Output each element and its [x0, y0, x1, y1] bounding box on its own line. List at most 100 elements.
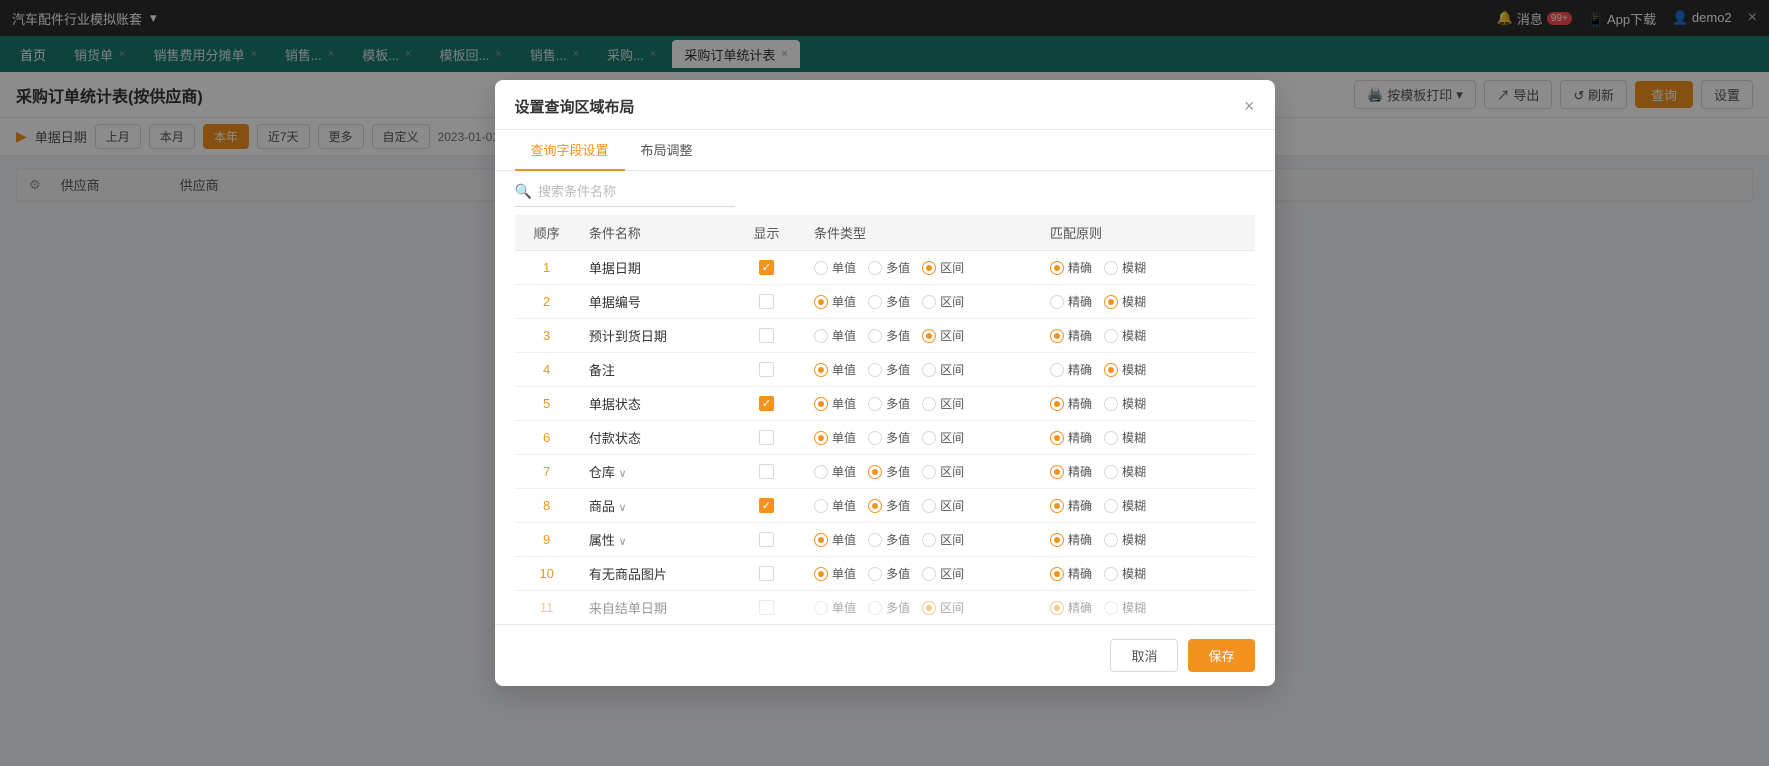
radio-dot-match-模糊-1[interactable] [1104, 295, 1118, 309]
radio-dot-cond-单值-6[interactable] [814, 465, 828, 479]
save-btn[interactable]: 保存 [1188, 639, 1254, 672]
radio-match-精确-3[interactable]: 精确 [1050, 361, 1092, 378]
radio-cond-区间-0[interactable]: 区间 [922, 259, 964, 276]
search-input[interactable] [538, 184, 718, 199]
row-checkbox-6[interactable] [759, 464, 774, 479]
row-checkbox-2[interactable] [759, 328, 774, 343]
radio-cond-多值-0[interactable]: 多值 [868, 259, 910, 276]
radio-match-模糊-10[interactable]: 模糊 [1104, 599, 1146, 616]
radio-dot-match-精确-0[interactable] [1050, 261, 1064, 275]
radio-cond-多值-4[interactable]: 多值 [868, 395, 910, 412]
radio-dot-match-精确-9[interactable] [1050, 567, 1064, 581]
radio-dot-match-模糊-9[interactable] [1104, 567, 1118, 581]
radio-dot-match-模糊-6[interactable] [1104, 465, 1118, 479]
radio-dot-match-模糊-2[interactable] [1104, 329, 1118, 343]
radio-cond-区间-5[interactable]: 区间 [922, 429, 964, 446]
radio-match-精确-8[interactable]: 精确 [1050, 531, 1092, 548]
radio-cond-多值-3[interactable]: 多值 [868, 361, 910, 378]
row-checkbox-9[interactable] [759, 566, 774, 581]
radio-match-精确-10[interactable]: 精确 [1050, 599, 1092, 616]
radio-cond-多值-9[interactable]: 多值 [868, 565, 910, 582]
radio-dot-match-精确-7[interactable] [1050, 499, 1064, 513]
modal-tab-query-fields[interactable]: 查询字段设置 [515, 130, 625, 171]
cancel-btn[interactable]: 取消 [1110, 639, 1178, 672]
radio-cond-单值-6[interactable]: 单值 [814, 463, 856, 480]
radio-match-模糊-8[interactable]: 模糊 [1104, 531, 1146, 548]
radio-match-精确-4[interactable]: 精确 [1050, 395, 1092, 412]
radio-dot-match-模糊-7[interactable] [1104, 499, 1118, 513]
row-checkbox-1[interactable] [759, 294, 774, 309]
row-checkbox-4[interactable] [759, 396, 774, 411]
radio-cond-区间-9[interactable]: 区间 [922, 565, 964, 582]
radio-cond-区间-8[interactable]: 区间 [922, 531, 964, 548]
radio-cond-单值-2[interactable]: 单值 [814, 327, 856, 344]
radio-dot-cond-单值-10[interactable] [814, 601, 828, 615]
radio-dot-match-模糊-8[interactable] [1104, 533, 1118, 547]
radio-match-精确-1[interactable]: 精确 [1050, 293, 1092, 310]
radio-dot-cond-多值-0[interactable] [868, 261, 882, 275]
radio-cond-单值-7[interactable]: 单值 [814, 497, 856, 514]
radio-dot-cond-多值-8[interactable] [868, 533, 882, 547]
radio-dot-cond-区间-2[interactable] [922, 329, 936, 343]
radio-match-模糊-5[interactable]: 模糊 [1104, 429, 1146, 446]
radio-dot-match-精确-1[interactable] [1050, 295, 1064, 309]
radio-dot-cond-区间-5[interactable] [922, 431, 936, 445]
radio-match-模糊-6[interactable]: 模糊 [1104, 463, 1146, 480]
radio-match-模糊-7[interactable]: 模糊 [1104, 497, 1146, 514]
radio-dot-cond-多值-9[interactable] [868, 567, 882, 581]
radio-dot-cond-单值-9[interactable] [814, 567, 828, 581]
radio-dot-cond-区间-0[interactable] [922, 261, 936, 275]
radio-cond-单值-9[interactable]: 单值 [814, 565, 856, 582]
radio-cond-单值-10[interactable]: 单值 [814, 599, 856, 616]
radio-cond-单值-3[interactable]: 单值 [814, 361, 856, 378]
radio-dot-match-模糊-0[interactable] [1104, 261, 1118, 275]
radio-dot-match-精确-4[interactable] [1050, 397, 1064, 411]
radio-dot-cond-单值-0[interactable] [814, 261, 828, 275]
radio-dot-cond-单值-1[interactable] [814, 295, 828, 309]
row-checkbox-5[interactable] [759, 430, 774, 445]
radio-dot-cond-多值-2[interactable] [868, 329, 882, 343]
radio-cond-区间-1[interactable]: 区间 [922, 293, 964, 310]
row-checkbox-3[interactable] [759, 362, 774, 377]
radio-dot-cond-单值-2[interactable] [814, 329, 828, 343]
radio-dot-match-精确-8[interactable] [1050, 533, 1064, 547]
radio-dot-cond-区间-7[interactable] [922, 499, 936, 513]
dropdown-arrow[interactable]: ∨ [618, 536, 626, 548]
radio-cond-区间-4[interactable]: 区间 [922, 395, 964, 412]
radio-dot-match-精确-5[interactable] [1050, 431, 1064, 445]
radio-dot-cond-单值-3[interactable] [814, 363, 828, 377]
radio-cond-多值-6[interactable]: 多值 [868, 463, 910, 480]
radio-cond-单值-8[interactable]: 单值 [814, 531, 856, 548]
radio-match-模糊-0[interactable]: 模糊 [1104, 259, 1146, 276]
radio-dot-cond-单值-5[interactable] [814, 431, 828, 445]
radio-match-精确-2[interactable]: 精确 [1050, 327, 1092, 344]
radio-cond-区间-2[interactable]: 区间 [922, 327, 964, 344]
radio-match-精确-7[interactable]: 精确 [1050, 497, 1092, 514]
radio-dot-match-模糊-10[interactable] [1104, 601, 1118, 615]
modal-tab-layout-adjust[interactable]: 布局调整 [625, 130, 709, 171]
radio-dot-match-模糊-3[interactable] [1104, 363, 1118, 377]
radio-cond-多值-2[interactable]: 多值 [868, 327, 910, 344]
row-checkbox-8[interactable] [759, 532, 774, 547]
radio-cond-单值-1[interactable]: 单值 [814, 293, 856, 310]
radio-dot-match-精确-3[interactable] [1050, 363, 1064, 377]
radio-dot-cond-区间-10[interactable] [922, 601, 936, 615]
radio-dot-match-模糊-4[interactable] [1104, 397, 1118, 411]
row-checkbox-7[interactable] [759, 498, 774, 513]
radio-cond-多值-5[interactable]: 多值 [868, 429, 910, 446]
radio-dot-match-模糊-5[interactable] [1104, 431, 1118, 445]
radio-cond-单值-0[interactable]: 单值 [814, 259, 856, 276]
modal-close-btn[interactable]: × [1244, 96, 1255, 117]
row-checkbox-0[interactable] [759, 260, 774, 275]
radio-match-模糊-9[interactable]: 模糊 [1104, 565, 1146, 582]
radio-dot-cond-区间-3[interactable] [922, 363, 936, 377]
radio-dot-cond-多值-3[interactable] [868, 363, 882, 377]
radio-dot-match-精确-10[interactable] [1050, 601, 1064, 615]
radio-dot-cond-区间-8[interactable] [922, 533, 936, 547]
radio-cond-多值-8[interactable]: 多值 [868, 531, 910, 548]
radio-dot-cond-多值-4[interactable] [868, 397, 882, 411]
radio-cond-区间-10[interactable]: 区间 [922, 599, 964, 616]
radio-dot-cond-区间-4[interactable] [922, 397, 936, 411]
radio-cond-单值-4[interactable]: 单值 [814, 395, 856, 412]
radio-cond-单值-5[interactable]: 单值 [814, 429, 856, 446]
